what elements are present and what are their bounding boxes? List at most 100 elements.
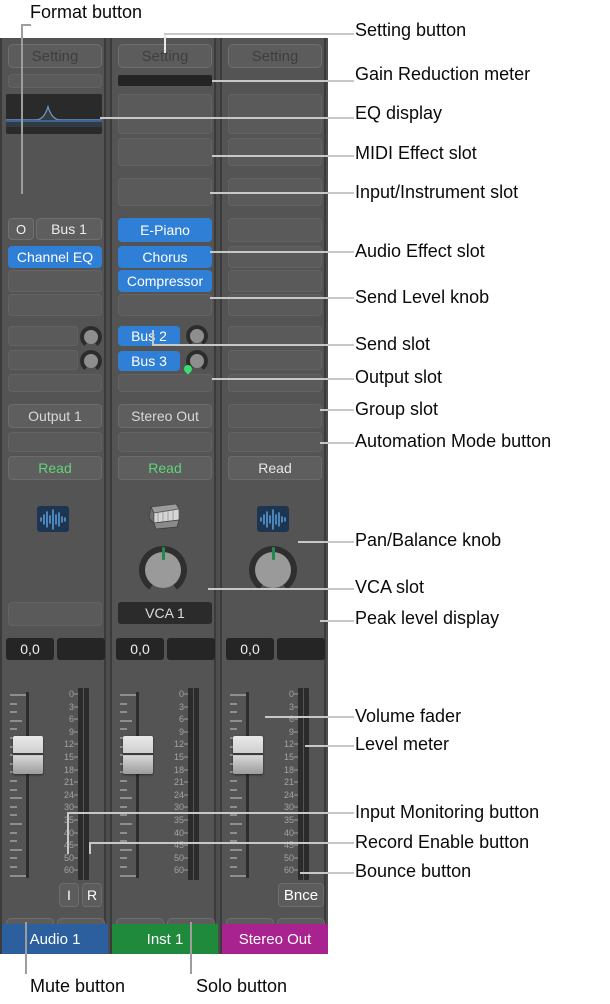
fader-tick — [10, 805, 17, 808]
audio-effect-slot-1[interactable] — [228, 246, 322, 268]
fader-tick — [10, 874, 26, 877]
audio-effect-slot-3[interactable] — [118, 294, 212, 316]
send-slot-2[interactable] — [228, 350, 322, 370]
fader-scale-label: 50 — [173, 852, 184, 863]
channel-strip-stereo-out[interactable]: Setting Read 0,0 0 3 6 9 12 15 18 21 24 … — [220, 38, 328, 954]
gain-reduction-meter — [118, 75, 212, 86]
input-instrument-slot[interactable] — [228, 218, 322, 242]
peak-secondary-display[interactable] — [57, 638, 105, 660]
input-instrument-slot[interactable]: Bus 1 — [36, 218, 102, 240]
fader-ticks — [10, 688, 26, 882]
eq-display[interactable] — [228, 94, 322, 134]
peak-level-display[interactable]: 0,0 — [6, 638, 54, 660]
pan-balance-knob[interactable] — [139, 546, 187, 594]
channel-strip-audio-1[interactable]: Setting O Bus 1 Channel EQ Output 1 Read — [0, 38, 108, 954]
output-slot[interactable]: Stereo Out — [118, 404, 212, 428]
audio-effect-slot-2[interactable] — [8, 270, 102, 292]
format-button[interactable]: O — [8, 218, 34, 240]
pan-balance-knob[interactable] — [249, 546, 297, 594]
audio-waveform-icon[interactable] — [37, 506, 69, 532]
group-slot[interactable] — [118, 432, 212, 452]
bounce-button[interactable]: Bnce — [278, 883, 324, 907]
fader-scale-label: 15 — [173, 752, 184, 762]
volume-fader[interactable] — [233, 736, 263, 774]
fader-tick — [10, 694, 26, 696]
plugin-slot-area[interactable] — [228, 138, 322, 166]
midi-effect-slot[interactable] — [118, 178, 212, 206]
fader-scale-label: 50 — [63, 852, 74, 863]
audio-effect-slot-2[interactable]: Compressor — [118, 270, 212, 292]
channel-strip-inst-1[interactable]: Setting E-Piano Chorus Compressor Bus 2 … — [110, 38, 218, 954]
channel-name-plate[interactable]: Inst 1 — [112, 924, 218, 954]
send-slot-2[interactable]: Bus 3 — [118, 351, 180, 371]
automation-mode-button[interactable]: Read — [118, 456, 212, 480]
leader-gain-reduction — [212, 80, 354, 82]
automation-mode-button[interactable]: Read — [228, 456, 322, 480]
fader-tick — [10, 814, 17, 817]
peak-level-display[interactable]: 0,0 — [116, 638, 164, 660]
send-slot-2[interactable] — [8, 350, 78, 370]
send-level-knob-2[interactable] — [182, 350, 208, 375]
send-slot-3[interactable] — [8, 374, 102, 392]
fader-tick — [120, 797, 132, 800]
fader-scale-label: 30 — [173, 802, 184, 813]
send-level-knob-1[interactable] — [80, 326, 102, 348]
fader-scale-label: 18 — [283, 764, 294, 775]
leader-output-slot — [212, 378, 354, 380]
record-enable-button[interactable]: R — [82, 883, 102, 907]
send-slot-1[interactable] — [228, 326, 322, 346]
fader-track[interactable] — [136, 692, 139, 878]
vca-slot[interactable] — [8, 602, 102, 626]
peak-level-display[interactable]: 0,0 — [226, 638, 274, 660]
callout-midi-effect-slot: MIDI Effect slot — [355, 143, 477, 163]
fader-tick — [120, 788, 127, 791]
fader-track[interactable] — [26, 692, 29, 878]
audio-effect-slot-3[interactable] — [8, 294, 102, 316]
send-slot-3[interactable] — [228, 374, 322, 392]
peak-secondary-display[interactable] — [277, 638, 325, 660]
callout-audio-effect-slot: Audio Effect slot — [355, 241, 485, 261]
peak-secondary-display[interactable] — [167, 638, 215, 660]
fader-scale-label: 21 — [63, 777, 74, 788]
knob-cap-icon — [84, 330, 98, 344]
channel-name-plate[interactable]: Audio 1 — [2, 924, 108, 954]
vca-slot[interactable]: VCA 1 — [118, 602, 212, 624]
volume-fader[interactable] — [123, 736, 153, 774]
audio-effect-slot-2[interactable] — [228, 270, 322, 292]
channel-name-plate[interactable]: Stereo Out — [222, 924, 328, 954]
fader-scale-label: 40 — [173, 827, 184, 838]
fader-tick — [230, 848, 242, 851]
callout-setting-button: Setting button — [355, 20, 467, 40]
audio-effect-slot-1[interactable]: Channel EQ — [8, 246, 102, 268]
audio-effect-slot-1[interactable]: Chorus — [118, 246, 212, 268]
fader-tick — [230, 702, 237, 705]
fader-track[interactable] — [246, 692, 249, 878]
send-level-knob-2[interactable] — [80, 350, 102, 372]
piano-keyboard-icon[interactable] — [146, 501, 180, 531]
fader-tick — [230, 857, 237, 860]
callout-format-button: Format button — [30, 2, 143, 22]
group-slot[interactable] — [8, 432, 102, 452]
automation-mode-button[interactable]: Read — [8, 456, 102, 480]
group-slot[interactable] — [228, 432, 322, 452]
fader-tick — [120, 866, 127, 868]
output-slot[interactable] — [228, 404, 322, 428]
callout-send-slot: Send slot — [355, 334, 431, 354]
audio-waveform-icon[interactable] — [257, 506, 289, 532]
callout-peak-level-display: Peak level display — [355, 608, 500, 628]
send-slot-3[interactable] — [118, 374, 212, 392]
plugin-slot-area[interactable] — [118, 138, 212, 166]
fader-scale-label: 60 — [63, 865, 74, 876]
leader-input-monitoring-v — [67, 812, 69, 854]
input-monitoring-button[interactable]: I — [59, 883, 79, 907]
volume-fader[interactable] — [13, 736, 43, 774]
fader-scale-label: 50 — [283, 852, 294, 863]
send-slot-1[interactable] — [8, 326, 78, 346]
eq-display[interactable] — [118, 94, 212, 134]
send-slot-1[interactable]: Bus 2 — [118, 326, 180, 346]
output-slot[interactable]: Output 1 — [8, 404, 102, 428]
setting-button[interactable]: Setting — [228, 44, 322, 68]
fader-tick — [10, 788, 17, 791]
leader-vca-slot — [208, 588, 354, 590]
input-instrument-slot[interactable]: E-Piano — [118, 218, 212, 242]
